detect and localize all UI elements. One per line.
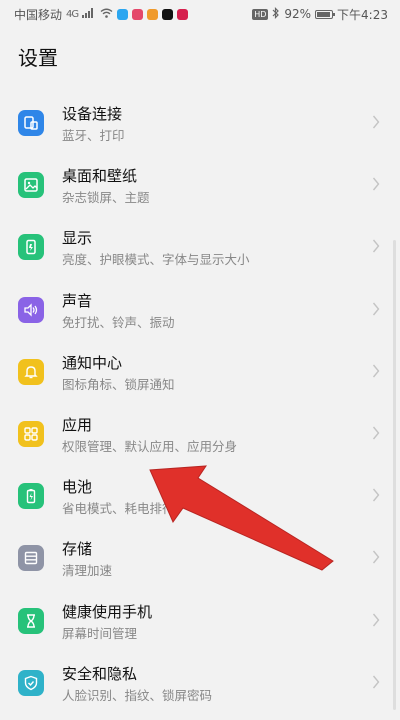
settings-item-text: 显示亮度、护眼模式、字体与显示大小: [62, 228, 250, 269]
settings-item-title: 声音: [62, 291, 93, 310]
signal-icon: [82, 7, 96, 21]
status-bar-left: 中国移动 4G: [14, 6, 189, 23]
wallpaper-icon: [18, 172, 44, 199]
chevron-right-icon: [372, 613, 380, 626]
settings-item-title: 安全和隐私: [62, 664, 138, 683]
settings-item-subtitle: 亮度、护眼模式、字体与显示大小: [62, 252, 250, 268]
chevron-right-icon: [372, 675, 380, 689]
battery-percent: 92%: [284, 7, 312, 21]
hd-badge: HD: [252, 8, 269, 20]
settings-item-title: 桌面和壁纸: [62, 167, 138, 186]
storage-icon: [18, 545, 44, 572]
settings-item-wallpaper[interactable]: 桌面和壁纸杂志锁屏、主题: [0, 154, 400, 216]
app-notification-icon: [177, 8, 189, 20]
sound-icon: [18, 296, 44, 323]
chevron-right-icon: [372, 239, 380, 253]
settings-item-text: 声音免打扰、铃声、振动: [62, 291, 175, 332]
settings-item-display[interactable]: 显示亮度、护眼模式、字体与显示大小: [0, 216, 400, 278]
chevron-right-icon: [372, 302, 380, 316]
settings-item-device-connect[interactable]: 设备连接 蓝牙、打印: [0, 92, 400, 154]
app-notification-icon: [132, 8, 144, 20]
settings-item-title: 电池: [62, 478, 93, 497]
settings-item-title: 通知中心: [62, 353, 123, 372]
settings-item-text: 电池省电模式、耗电排行: [62, 477, 175, 518]
settings-item-apps-grid[interactable]: 应用权限管理、默认应用、应用分身: [0, 403, 400, 465]
settings-item-title: 应用: [62, 415, 93, 434]
settings-item-shield[interactable]: 安全和隐私人脸识别、指纹、锁屏密码: [0, 652, 400, 714]
settings-item-text: 设备连接 蓝牙、打印: [62, 104, 125, 145]
display-icon: [18, 234, 44, 261]
chevron-right-icon: [372, 426, 380, 440]
settings-item-subtitle: 蓝牙、打印: [62, 128, 125, 143]
device-connect-icon: [18, 110, 44, 136]
settings-list: 设备连接 蓝牙、打印 桌面和壁纸 杂志锁屏、主题 显示 亮度、护眼模式、字体与显示大小 声音…: [0, 92, 400, 714]
apps-grid-icon: [18, 420, 44, 447]
settings-item-subtitle: 免打扰、铃声、振动: [62, 314, 175, 330]
hourglass-icon: [18, 607, 44, 634]
settings-item-bell[interactable]: 通知中心图标角标、锁屏通知: [0, 341, 400, 403]
settings-item-text: 存储 清理加速: [62, 539, 112, 580]
settings-item-text: 桌面和壁纸杂志锁屏、主题: [62, 166, 150, 207]
settings-item-title: 设备连接: [62, 105, 123, 123]
shield-icon: [18, 669, 44, 696]
settings-item-sound[interactable]: 声音免打扰、铃声、振动: [0, 279, 400, 341]
settings-item-subtitle: 杂志锁屏、主题: [62, 190, 150, 206]
chevron-right-icon: [372, 177, 380, 191]
wifi-icon: [100, 7, 113, 21]
chevron-right-icon: [372, 364, 380, 378]
app-notification-icon: [147, 8, 159, 20]
network-type-label: 4G: [66, 8, 79, 20]
settings-item-title: 存储: [62, 540, 93, 559]
settings-item-text: 安全和隐私人脸识别、指纹、锁屏密码: [62, 664, 212, 705]
tiktok-icon: [162, 8, 174, 20]
chevron-right-icon: [372, 115, 380, 129]
settings-item-hourglass[interactable]: 健康使用手机 屏幕时间管理: [0, 590, 400, 652]
settings-item-subtitle: 图标角标、锁屏通知: [62, 376, 175, 392]
page-title: 设置: [18, 46, 58, 70]
battery-status-icon: [315, 9, 336, 19]
settings-item-subtitle: 人脸识别、指纹、锁屏密码: [62, 687, 213, 703]
settings-item-subtitle: 权限管理、默认应用、应用分身: [62, 438, 238, 454]
settings-item-subtitle: 屏幕时间管理: [62, 625, 138, 641]
status-bar: 中国移动 4G HD 92% 下午4:23: [0, 0, 400, 28]
bell-icon: [18, 358, 44, 385]
settings-item-text: 通知中心图标角标、锁屏通知: [62, 353, 175, 394]
settings-item-text: 健康使用手机 屏幕时间管理: [62, 602, 152, 643]
bluetooth-icon: [272, 6, 280, 22]
settings-item-title: 显示: [62, 229, 93, 248]
status-bar-right: HD 92% 下午4:23: [252, 6, 388, 23]
settings-item-storage[interactable]: 存储 清理加速: [0, 527, 400, 589]
clock: 下午4:23: [337, 7, 388, 22]
chevron-right-icon: [372, 488, 380, 502]
app-notification-icon: [117, 8, 129, 20]
settings-item-text: 应用权限管理、默认应用、应用分身: [62, 415, 237, 456]
scrollbar[interactable]: [393, 240, 396, 710]
carrier-label: 中国移动: [14, 7, 63, 22]
settings-item-subtitle: 省电模式、耗电排行: [62, 501, 175, 517]
battery-icon: [18, 483, 44, 510]
settings-item-subtitle: 清理加速: [62, 563, 113, 579]
settings-item-battery[interactable]: 电池省电模式、耗电排行: [0, 465, 400, 527]
chevron-right-icon: [372, 550, 380, 564]
settings-item-title: 健康使用手机: [62, 602, 153, 621]
